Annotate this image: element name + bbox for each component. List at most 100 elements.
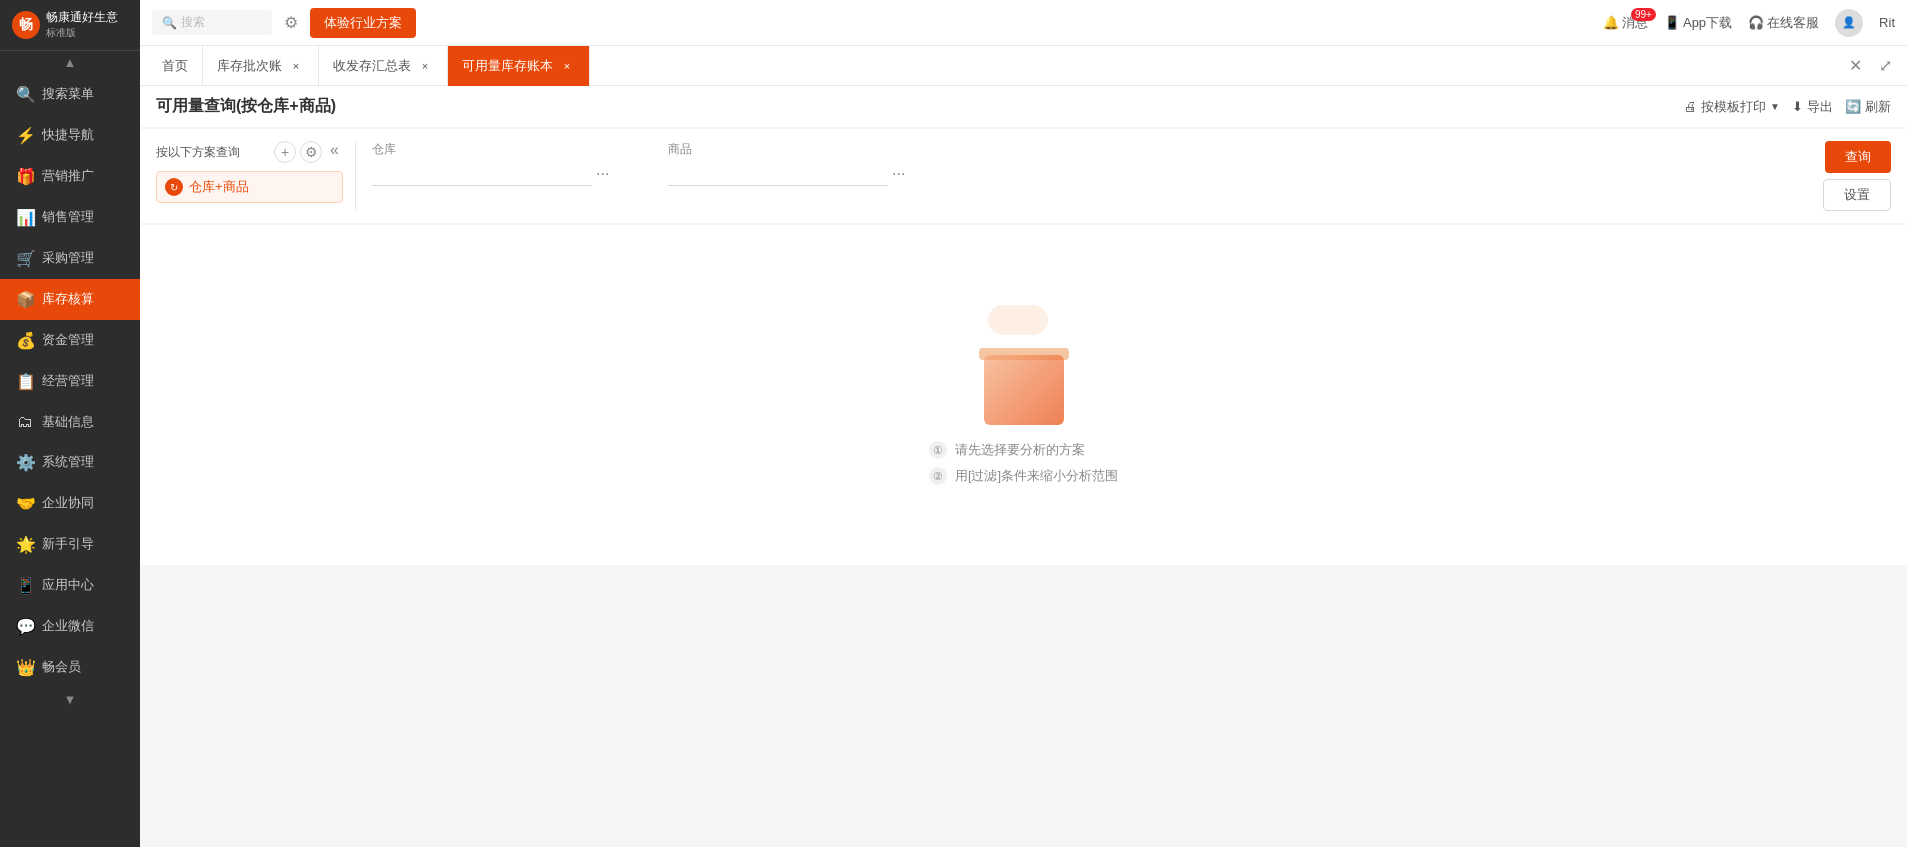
print-label: 按模板打印 [1701, 98, 1766, 116]
tab-available-ledger[interactable]: 可用量库存账本 × [448, 46, 590, 86]
sidebar-item-search[interactable]: 🔍 搜索菜单 [0, 74, 140, 115]
sidebar-item-purchase[interactable]: 🛒 采购管理 [0, 238, 140, 279]
headset-icon: 🎧 [1748, 15, 1764, 30]
goods-field: 商品 ··· [668, 141, 948, 186]
sidebar-item-label: 库存核算 [42, 290, 94, 308]
sidebar-item-label: 畅会员 [42, 658, 81, 676]
app-download-btn[interactable]: 📱 App下载 [1664, 14, 1732, 32]
hint-text-2: 用[过滤]条件来缩小分析范围 [955, 467, 1118, 485]
print-btn[interactable]: 🖨 按模板打印 ▼ [1684, 98, 1780, 116]
page-content: 可用量查询(按仓库+商品) 🖨 按模板打印 ▼ ⬇ 导出 🔄 刷新 [140, 86, 1907, 847]
query-area: 按以下方案查询 + ⚙ « ↻ 仓库+商品 仓库 [140, 129, 1907, 223]
empty-hints: ① 请先选择要分析的方案 ② 用[过滤]条件来缩小分析范围 [929, 441, 1118, 485]
goods-input-wrap: ··· [668, 162, 948, 186]
refresh-label: 刷新 [1865, 98, 1891, 116]
query-schema-panel: 按以下方案查询 + ⚙ « ↻ 仓库+商品 [156, 141, 356, 211]
tab-home[interactable]: 首页 [148, 46, 203, 86]
notice-btn[interactable]: 🔔 消息 99+ [1603, 14, 1648, 32]
sidebar-item-label: 快捷导航 [42, 126, 94, 144]
tab-available-ledger-close[interactable]: × [559, 58, 575, 74]
export-label: 导出 [1807, 98, 1833, 116]
tab-recv-summary[interactable]: 收发存汇总表 × [319, 46, 448, 86]
tab-available-ledger-label: 可用量库存账本 [462, 57, 553, 75]
hint-text-1: 请先选择要分析的方案 [955, 441, 1085, 459]
goods-more-btn[interactable]: ··· [892, 165, 905, 183]
tab-recv-summary-close[interactable]: × [417, 58, 433, 74]
sidebar-item-sales[interactable]: 📊 销售管理 [0, 197, 140, 238]
hint-num-2: ② [929, 467, 947, 485]
warehouse-input[interactable] [372, 162, 592, 186]
sidebar-scroll-up[interactable]: ▲ [0, 51, 140, 74]
sidebar-item-member[interactable]: 👑 畅会员 [0, 647, 140, 688]
sidebar-item-operation[interactable]: 📋 经营管理 [0, 361, 140, 402]
sidebar-item-label: 企业协同 [42, 494, 94, 512]
app-name: 畅康通好生意 [46, 10, 118, 26]
settings-schema-btn[interactable]: ⚙ [300, 141, 322, 163]
warehouse-field: 仓库 ··· [372, 141, 652, 186]
refresh-btn[interactable]: 🔄 刷新 [1845, 98, 1891, 116]
tab-batch-account-label: 库存批次账 [217, 57, 282, 75]
sidebar-item-finance[interactable]: 💰 资金管理 [0, 320, 140, 361]
service-btn[interactable]: 🎧 在线客服 [1748, 14, 1819, 32]
sidebar: 畅 畅康通好生意 标准版 ▲ 🔍 搜索菜单 ⚡ 快捷导航 🎁 营销推广 📊 销售… [0, 0, 140, 847]
operation-icon: 📋 [16, 372, 34, 391]
topbar-right: 🔔 消息 99+ 📱 App下载 🎧 在线客服 👤 Rit [1603, 9, 1895, 37]
warehouse-input-wrap: ··· [372, 162, 652, 186]
page-title: 可用量查询(按仓库+商品) [156, 96, 336, 117]
main-content: 🔍 搜索 ⚙ 体验行业方案 🔔 消息 99+ 📱 App下载 🎧 在线客服 👤 [140, 0, 1907, 847]
tab-batch-account[interactable]: 库存批次账 × [203, 46, 319, 86]
query-settings-btn[interactable]: 设置 [1823, 179, 1891, 211]
sidebar-item-system[interactable]: ⚙️ 系统管理 [0, 442, 140, 483]
app-label: App下载 [1683, 14, 1732, 32]
search-placeholder: 搜索 [181, 14, 205, 31]
username[interactable]: Rit [1879, 15, 1895, 30]
sidebar-item-basic-info[interactable]: 🗂 基础信息 [0, 402, 140, 442]
goods-label: 商品 [668, 141, 948, 158]
hint-num-1: ① [929, 441, 947, 459]
search-icon: 🔍 [16, 85, 34, 104]
sidebar-item-enterprise[interactable]: 🤝 企业协同 [0, 483, 140, 524]
sidebar-item-app-center[interactable]: 📱 应用中心 [0, 565, 140, 606]
settings-icon[interactable]: ⚙ [280, 9, 302, 36]
tab-expand-btn[interactable]: ⤢ [1871, 52, 1899, 80]
query-btn[interactable]: 查询 [1825, 141, 1891, 173]
finance-icon: 💰 [16, 331, 34, 350]
add-schema-btn[interactable]: + [274, 141, 296, 163]
query-schema-icons: + ⚙ « [274, 141, 343, 163]
sidebar-item-label: 基础信息 [42, 413, 94, 431]
service-label: 在线客服 [1767, 14, 1819, 32]
sidebar-scroll-down[interactable]: ▼ [0, 688, 140, 711]
sidebar-logo: 畅 畅康通好生意 标准版 [0, 0, 140, 51]
empty-illustration [964, 305, 1084, 425]
sidebar-item-wechat[interactable]: 💬 企业微信 [0, 606, 140, 647]
query-actions: 查询 设置 [1815, 141, 1891, 211]
sidebar-item-inventory[interactable]: 📦 库存核算 [0, 279, 140, 320]
newbie-icon: 🌟 [16, 535, 34, 554]
tab-recv-summary-label: 收发存汇总表 [333, 57, 411, 75]
filter-row: 仓库 ··· 商品 ··· [372, 141, 1799, 211]
sidebar-item-newbie[interactable]: 🌟 新手引导 [0, 524, 140, 565]
sidebar-item-marketing[interactable]: 🎁 营销推广 [0, 156, 140, 197]
topbar-search-box[interactable]: 🔍 搜索 [152, 10, 272, 35]
quick-nav-icon: ⚡ [16, 126, 34, 145]
industry-btn[interactable]: 体验行业方案 [310, 8, 416, 38]
sidebar-item-label: 资金管理 [42, 331, 94, 349]
export-btn[interactable]: ⬇ 导出 [1792, 98, 1833, 116]
member-icon: 👑 [16, 658, 34, 677]
sidebar-item-quick-nav[interactable]: ⚡ 快捷导航 [0, 115, 140, 156]
tab-close-btn[interactable]: ✕ [1841, 52, 1869, 80]
inventory-icon: 📦 [16, 290, 34, 309]
collapse-btn[interactable]: « [326, 141, 343, 163]
schema-item-warehouse-goods[interactable]: ↻ 仓库+商品 [156, 171, 343, 203]
export-icon: ⬇ [1792, 99, 1803, 114]
sidebar-item-label: 系统管理 [42, 453, 94, 471]
warehouse-more-btn[interactable]: ··· [596, 165, 609, 183]
avatar[interactable]: 👤 [1835, 9, 1863, 37]
sidebar-item-label: 搜索菜单 [42, 85, 94, 103]
refresh-icon: 🔄 [1845, 99, 1861, 114]
app-edition: 标准版 [46, 26, 118, 40]
sidebar-item-label: 营销推广 [42, 167, 94, 185]
goods-input[interactable] [668, 162, 888, 186]
tab-batch-account-close[interactable]: × [288, 58, 304, 74]
enterprise-icon: 🤝 [16, 494, 34, 513]
